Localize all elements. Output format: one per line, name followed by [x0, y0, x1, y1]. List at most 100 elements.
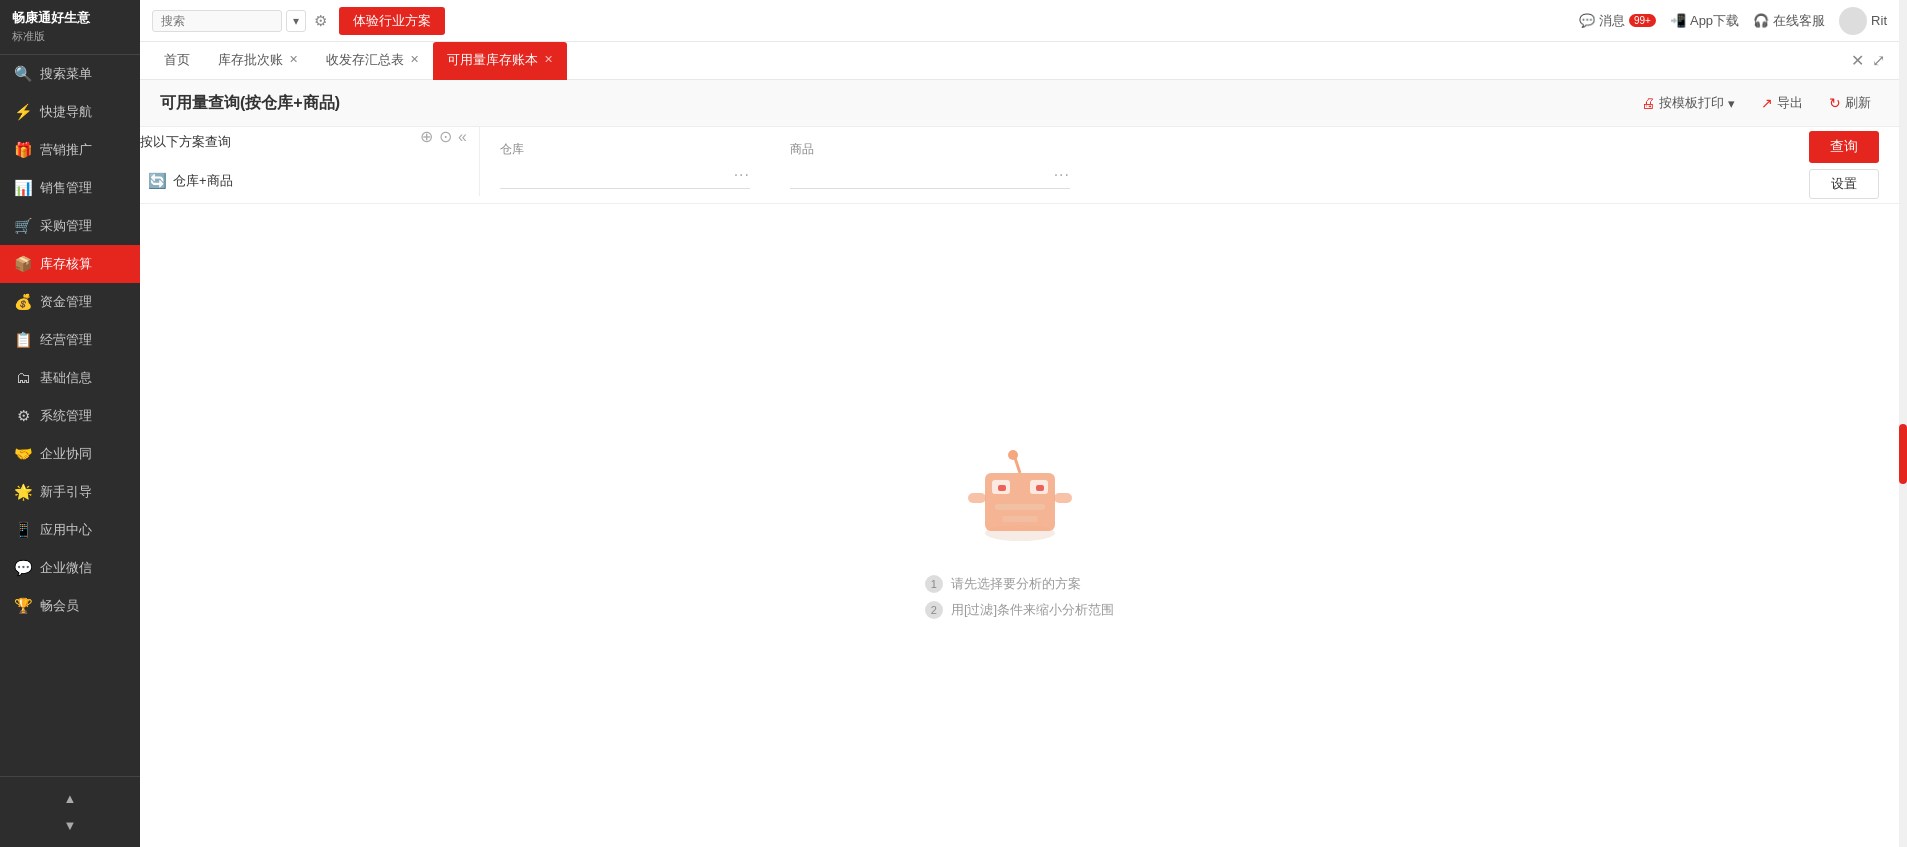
topbar-right: 💬 消息 99+ 📲 App下载 🎧 在线客服 Rit — [1579, 7, 1887, 35]
tab-home[interactable]: 首页 — [150, 42, 204, 80]
export-label: 导出 — [1777, 94, 1803, 112]
svg-rect-4 — [998, 485, 1006, 491]
app-download-button[interactable]: 📲 App下载 — [1670, 12, 1739, 30]
newbie-icon: 🌟 — [14, 483, 32, 501]
sidebar-item-wechat[interactable]: 💬 企业微信 — [0, 549, 140, 587]
filter-field-product: 商品 ··· — [790, 141, 1070, 189]
filter-field-warehouse: 仓库 ··· — [500, 141, 750, 189]
refresh-button[interactable]: ↻ 刷新 — [1821, 90, 1879, 116]
sidebar-header: 畅康通好生意 标准版 — [0, 0, 140, 55]
sidebar-item-member[interactable]: 🏆 畅会员 — [0, 587, 140, 625]
settings-scheme-button[interactable]: ⊙ — [439, 127, 452, 146]
collapse-scheme-button[interactable]: « — [458, 128, 467, 146]
brand-name: 畅康通好生意 — [12, 10, 128, 27]
empty-illustration — [960, 428, 1080, 551]
user-avatar-area[interactable]: Rit — [1839, 7, 1887, 35]
sidebar-nav: 🔍 搜索菜单 ⚡ 快捷导航 🎁 营销推广 📊 销售管理 🛒 采购管理 📦 库存核… — [0, 55, 140, 776]
topbar-search-input[interactable] — [152, 10, 282, 32]
warehouse-label: 仓库 — [500, 141, 750, 158]
tab-receipt-summary[interactable]: 收发存汇总表 ✕ — [312, 42, 433, 80]
filter-header-label: 按以下方案查询 — [140, 133, 231, 151]
warehouse-input[interactable]: ··· — [500, 162, 750, 189]
sidebar: 畅康通好生意 标准版 🔍 搜索菜单 ⚡ 快捷导航 🎁 营销推广 📊 销售管理 🛒… — [0, 0, 140, 847]
print-icon: 🖨 — [1641, 95, 1655, 111]
add-scheme-button[interactable]: ⊕ — [420, 127, 433, 146]
refresh-label: 刷新 — [1845, 94, 1871, 112]
right-scrollbar[interactable] — [1899, 0, 1907, 847]
tab-close-all-button[interactable]: ✕ — [1847, 47, 1868, 74]
warehouse-more-icon[interactable]: ··· — [734, 166, 750, 184]
query-button-area: 查询 设置 — [1809, 131, 1879, 199]
sidebar-item-label: 基础信息 — [40, 369, 92, 387]
svg-rect-10 — [968, 493, 986, 503]
export-button[interactable]: ↗ 导出 — [1753, 90, 1811, 116]
tab-available-ledger[interactable]: 可用量库存账本 ✕ — [433, 42, 567, 80]
finance-icon: 💰 — [14, 293, 32, 311]
sidebar-item-sales[interactable]: 📊 销售管理 — [0, 169, 140, 207]
svg-line-8 — [1015, 458, 1020, 473]
empty-tips: 1 请先选择要分析的方案 2 用[过滤]条件来缩小分析范围 — [925, 571, 1114, 623]
service-icon: 🎧 — [1753, 13, 1769, 28]
product-label: 商品 — [790, 141, 1070, 158]
tab-available-ledger-label: 可用量库存账本 — [447, 51, 538, 69]
filter-row: 按以下方案查询 ⊕ ⊙ « 🔄 仓库+商品 仓库 — [140, 127, 1899, 203]
sidebar-item-newbie[interactable]: 🌟 新手引导 — [0, 473, 140, 511]
wechat-icon: 💬 — [14, 559, 32, 577]
shortcut-icon: ⚡ — [14, 103, 32, 121]
page-header: 可用量查询(按仓库+商品) 🖨 按模板打印 ▾ ↗ 导出 ↻ 刷新 — [140, 80, 1899, 127]
sidebar-item-basic-info[interactable]: 🗂 基础信息 — [0, 359, 140, 397]
svg-rect-11 — [1054, 493, 1072, 503]
message-icon: 💬 — [1579, 13, 1595, 28]
sidebar-item-enterprise[interactable]: 🤝 企业协同 — [0, 435, 140, 473]
sidebar-item-operations[interactable]: 📋 经营管理 — [0, 321, 140, 359]
operations-icon: 📋 — [14, 331, 32, 349]
user-name: Rit — [1871, 13, 1887, 28]
tab-batch-account-close[interactable]: ✕ — [289, 53, 298, 66]
enterprise-icon: 🤝 — [14, 445, 32, 463]
sidebar-item-label: 销售管理 — [40, 179, 92, 197]
sidebar-item-inventory[interactable]: 📦 库存核算 — [0, 245, 140, 283]
sidebar-scroll-down[interactable]: ▼ — [0, 812, 140, 839]
scheme-item-warehouse-product[interactable]: 🔄 仓库+商品 — [140, 166, 467, 196]
query-button[interactable]: 查询 — [1809, 131, 1879, 163]
sidebar-scroll-up[interactable]: ▲ — [0, 785, 140, 812]
tab-expand-button[interactable]: ⤢ — [1868, 47, 1889, 74]
topbar-search-area: ▾ — [152, 10, 306, 32]
page-actions: 🖨 按模板打印 ▾ ↗ 导出 ↻ 刷新 — [1633, 90, 1879, 116]
app-download-icon: 📲 — [1670, 13, 1686, 28]
app-download-label: App下载 — [1690, 12, 1739, 30]
trial-button[interactable]: 体验行业方案 — [339, 7, 445, 35]
sidebar-item-label: 畅会员 — [40, 597, 79, 615]
settings-button[interactable]: 设置 — [1809, 169, 1879, 199]
product-more-icon[interactable]: ··· — [1054, 166, 1070, 184]
sales-icon: 📊 — [14, 179, 32, 197]
sidebar-item-finance[interactable]: 💰 资金管理 — [0, 283, 140, 321]
sidebar-item-marketing[interactable]: 🎁 营销推广 — [0, 131, 140, 169]
product-input[interactable]: ··· — [790, 162, 1070, 189]
sidebar-item-label: 经营管理 — [40, 331, 92, 349]
sidebar-item-shortcut[interactable]: ⚡ 快捷导航 — [0, 93, 140, 131]
sidebar-item-purchase[interactable]: 🛒 采购管理 — [0, 207, 140, 245]
empty-state: 1 请先选择要分析的方案 2 用[过滤]条件来缩小分析范围 — [140, 204, 1899, 847]
topbar-gear-icon[interactable]: ⚙ — [314, 12, 327, 30]
basic-info-icon: 🗂 — [14, 369, 32, 387]
inventory-icon: 📦 — [14, 255, 32, 273]
sidebar-item-search[interactable]: 🔍 搜索菜单 — [0, 55, 140, 93]
filter-scheme-panel: 按以下方案查询 ⊕ ⊙ « 🔄 仓库+商品 — [140, 127, 480, 196]
sidebar-bottom: ▲ ▼ — [0, 776, 140, 847]
tab-receipt-summary-close[interactable]: ✕ — [410, 53, 419, 66]
sidebar-item-label: 企业微信 — [40, 559, 92, 577]
search-icon: 🔍 — [14, 65, 32, 83]
sidebar-item-app-center[interactable]: 📱 应用中心 — [0, 511, 140, 549]
print-button[interactable]: 🖨 按模板打印 ▾ — [1633, 90, 1743, 116]
topbar-dropdown-button[interactable]: ▾ — [286, 10, 306, 32]
message-button[interactable]: 💬 消息 99+ — [1579, 12, 1656, 30]
tab-batch-account[interactable]: 库存批次账 ✕ — [204, 42, 312, 80]
sidebar-item-system[interactable]: ⚙ 系统管理 — [0, 397, 140, 435]
sidebar-item-label: 新手引导 — [40, 483, 92, 501]
sidebar-item-label: 快捷导航 — [40, 103, 92, 121]
tip-text-1: 请先选择要分析的方案 — [951, 571, 1081, 597]
topbar: ▾ ⚙ 体验行业方案 💬 消息 99+ 📲 App下载 🎧 在线客服 Rit — [140, 0, 1899, 42]
tab-available-ledger-close[interactable]: ✕ — [544, 53, 553, 66]
online-service-button[interactable]: 🎧 在线客服 — [1753, 12, 1825, 30]
